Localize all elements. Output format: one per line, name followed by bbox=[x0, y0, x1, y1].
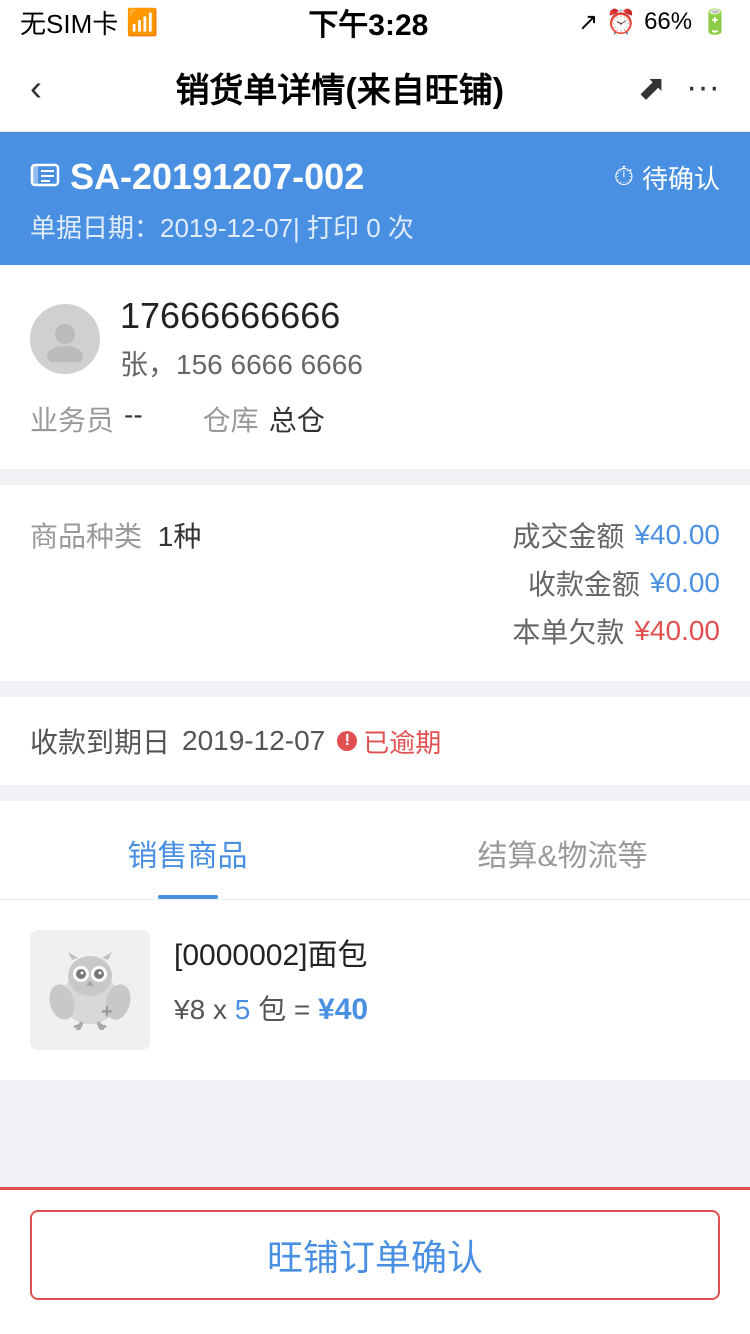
status-bar-time: 下午3:28 bbox=[308, 0, 428, 44]
customer-section: 17666666666 张，156 6666 6666 业务员 -- 仓库 总仓 bbox=[0, 265, 750, 469]
tab-settlement[interactable]: 结算&物流等 bbox=[375, 801, 750, 899]
order-header: SA-20191207-002 ⏱ 待确认 单据日期：2019-12-07| 打… bbox=[0, 132, 750, 265]
order-status: ⏱ 待确认 bbox=[614, 159, 720, 196]
kind-value: 1种 bbox=[158, 521, 202, 552]
overdue-icon: ! bbox=[337, 731, 357, 751]
status-bar-right: ↗ ⏰ 66% 🔋 bbox=[578, 8, 730, 37]
price-per-unit: ¥8 bbox=[174, 994, 205, 1025]
warehouse-value: 总仓 bbox=[269, 399, 325, 439]
warehouse-label: 仓库 bbox=[203, 399, 259, 439]
due-section: 收款到期日 2019-12-07 ! 已逾期 bbox=[0, 697, 750, 785]
wifi-icon: 📶 bbox=[126, 7, 158, 38]
status-bar: 无SIM卡 📶 下午3:28 ↗ ⏰ 66% 🔋 bbox=[0, 0, 750, 44]
owed-value: ¥40.00 bbox=[634, 615, 720, 647]
amounts-section: 商品种类 1种 成交金额 ¥40.00 收款金额 ¥0.00 本单欠款 ¥40.… bbox=[0, 485, 750, 681]
due-date-value: 2019-12-07 bbox=[182, 725, 325, 757]
battery-icon: 🔋 bbox=[700, 8, 730, 37]
tab-active-indicator bbox=[158, 895, 218, 899]
nav-actions: ⬈ ··· bbox=[638, 68, 720, 108]
product-name: [0000002]面包 bbox=[174, 930, 720, 974]
product-thumbnail: + bbox=[30, 930, 150, 1050]
product-kind: 商品种类 1种 bbox=[30, 515, 201, 555]
location-icon: ↗ bbox=[578, 8, 598, 37]
share-icon[interactable]: ⬈ bbox=[638, 68, 667, 108]
receive-value: ¥0.00 bbox=[650, 567, 720, 599]
status-text: 待确认 bbox=[642, 159, 720, 196]
price-total: ¥40 bbox=[318, 993, 368, 1026]
back-button[interactable]: ‹ bbox=[30, 67, 42, 109]
bottom-bar: 旺铺订单确认 bbox=[0, 1187, 750, 1334]
customer-sub-info: 张，156 6666 6666 bbox=[120, 343, 363, 383]
tabs-bar: 销售商品 结算&物流等 bbox=[0, 801, 750, 900]
sales-value: -- bbox=[124, 399, 143, 439]
avatar bbox=[30, 304, 100, 374]
owed-label: 本单欠款 bbox=[512, 611, 624, 651]
customer-meta: 业务员 -- 仓库 总仓 bbox=[30, 399, 720, 439]
receive-label: 收款金额 bbox=[528, 563, 640, 603]
price-unit: 包 bbox=[258, 994, 286, 1025]
confirm-button[interactable]: 旺铺订单确认 bbox=[30, 1210, 720, 1300]
status-clock-icon: ⏱ bbox=[614, 161, 634, 193]
order-id-icon bbox=[30, 156, 60, 198]
product-section: + [0000002]面包 ¥8 x 5 包 = ¥40 bbox=[0, 900, 750, 1080]
product-info: [0000002]面包 ¥8 x 5 包 = ¥40 bbox=[174, 930, 720, 1028]
price-equals: = bbox=[294, 994, 310, 1025]
overdue-badge: ! 已逾期 bbox=[337, 723, 441, 760]
battery-status: 66% bbox=[644, 8, 692, 36]
sales-label: 业务员 bbox=[30, 399, 114, 439]
price-multiplier: x bbox=[213, 994, 227, 1025]
nav-bar: ‹ 销货单详情(来自旺铺) ⬈ ··· bbox=[0, 44, 750, 132]
price-qty: 5 bbox=[235, 994, 251, 1025]
order-date: 单据日期：2019-12-07| 打印 0 次 bbox=[30, 208, 720, 245]
order-id-text: SA-20191207-002 bbox=[70, 156, 364, 198]
overdue-text: 已逾期 bbox=[363, 723, 441, 760]
svg-text:+: + bbox=[101, 1001, 113, 1023]
customer-phone: 17666666666 bbox=[120, 295, 363, 337]
due-date-label: 收款到期日 bbox=[30, 721, 170, 761]
page-title: 销货单详情(来自旺铺) bbox=[175, 63, 504, 112]
deal-value: ¥40.00 bbox=[634, 519, 720, 551]
order-id: SA-20191207-002 bbox=[30, 156, 364, 198]
alarm-icon: ⏰ bbox=[606, 8, 636, 37]
more-icon[interactable]: ··· bbox=[686, 68, 720, 107]
amounts-right: 成交金额 ¥40.00 收款金额 ¥0.00 本单欠款 ¥40.00 bbox=[512, 515, 720, 651]
sim-status: 无SIM卡 bbox=[20, 4, 118, 41]
status-bar-left: 无SIM卡 📶 bbox=[20, 4, 159, 41]
kind-label: 商品种类 bbox=[30, 521, 142, 552]
deal-label: 成交金额 bbox=[512, 515, 624, 555]
product-price: ¥8 x 5 包 = ¥40 bbox=[174, 988, 720, 1028]
tabs-section: 销售商品 结算&物流等 bbox=[0, 801, 750, 1080]
tab-sales-product[interactable]: 销售商品 bbox=[0, 801, 375, 899]
